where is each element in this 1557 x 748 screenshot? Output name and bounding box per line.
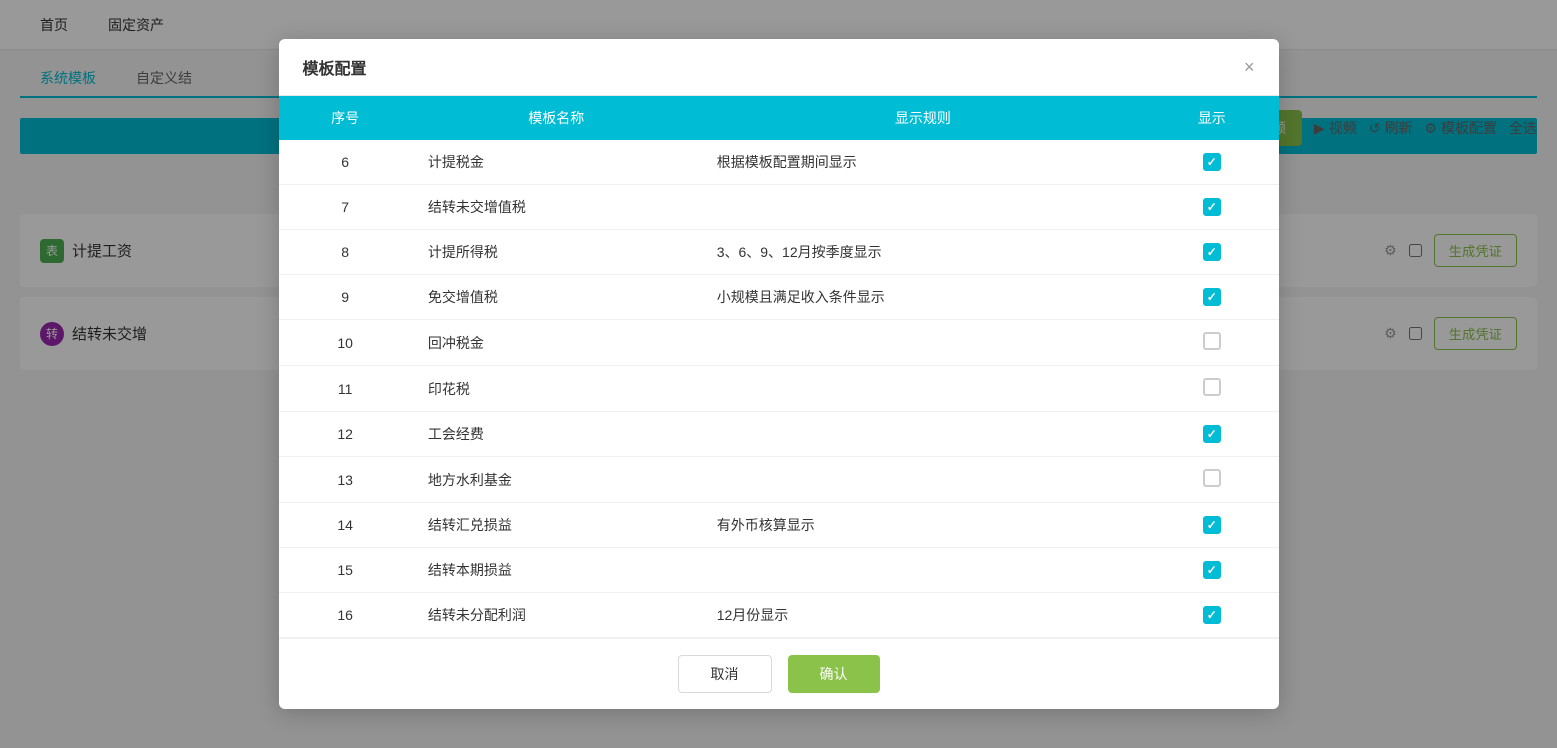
table-body: 6计提税金根据模板配置期间显示7结转未交增值税8计提所得税3、6、9、12月按季… [279, 140, 1279, 638]
table-row: 7结转未交增值税 [279, 185, 1279, 230]
cell-name: 结转未交增值税 [412, 185, 701, 230]
cell-check [1145, 275, 1278, 320]
cell-name: 免交增值税 [412, 275, 701, 320]
dialog-title: 模板配置 [303, 55, 367, 79]
cell-check [1145, 457, 1278, 503]
cell-name: 回冲税金 [412, 320, 701, 366]
cell-name: 工会经费 [412, 412, 701, 457]
checkbox-16[interactable] [1203, 606, 1221, 624]
cell-name: 结转汇兑损益 [412, 503, 701, 548]
cell-name: 计提所得税 [412, 230, 701, 275]
cell-check [1145, 366, 1278, 412]
cell-rule [701, 185, 1145, 230]
cell-name: 结转未分配利润 [412, 593, 701, 638]
table-row: 6计提税金根据模板配置期间显示 [279, 140, 1279, 185]
dialog-header: 模板配置 × [279, 39, 1279, 96]
th-seq: 序号 [279, 96, 412, 140]
table-row: 16结转未分配利润12月份显示 [279, 593, 1279, 638]
cell-rule [701, 457, 1145, 503]
cell-seq: 9 [279, 275, 412, 320]
cell-seq: 15 [279, 548, 412, 593]
template-config-dialog: 模板配置 × 序号 模板名称 显示规则 显示 6计提税金根据模板配置期间显示7结… [279, 39, 1279, 709]
checkbox-13[interactable] [1203, 469, 1221, 487]
cell-check [1145, 503, 1278, 548]
cell-seq: 14 [279, 503, 412, 548]
cell-seq: 11 [279, 366, 412, 412]
table-row: 10回冲税金 [279, 320, 1279, 366]
checkbox-8[interactable] [1203, 243, 1221, 261]
dialog-close-button[interactable]: × [1244, 57, 1255, 78]
cell-seq: 12 [279, 412, 412, 457]
dialog-footer: 取消 确认 [279, 638, 1279, 709]
th-rule: 显示规则 [701, 96, 1145, 140]
cell-check [1145, 548, 1278, 593]
cell-name: 结转本期损益 [412, 548, 701, 593]
checkbox-14[interactable] [1203, 516, 1221, 534]
checkbox-11[interactable] [1203, 378, 1221, 396]
cell-seq: 13 [279, 457, 412, 503]
checkbox-12[interactable] [1203, 425, 1221, 443]
cell-rule: 小规模且满足收入条件显示 [701, 275, 1145, 320]
cell-check [1145, 230, 1278, 275]
table-row: 9免交增值税小规模且满足收入条件显示 [279, 275, 1279, 320]
cancel-button[interactable]: 取消 [678, 655, 772, 693]
checkbox-6[interactable] [1203, 153, 1221, 171]
dialog-table: 序号 模板名称 显示规则 显示 6计提税金根据模板配置期间显示7结转未交增值税8… [279, 96, 1279, 638]
cell-name: 计提税金 [412, 140, 701, 185]
cell-rule [701, 366, 1145, 412]
cell-seq: 10 [279, 320, 412, 366]
table-row: 15结转本期损益 [279, 548, 1279, 593]
th-name: 模板名称 [412, 96, 701, 140]
cell-rule: 根据模板配置期间显示 [701, 140, 1145, 185]
cell-rule: 3、6、9、12月按季度显示 [701, 230, 1145, 275]
cell-check [1145, 140, 1278, 185]
table-row: 14结转汇兑损益有外币核算显示 [279, 503, 1279, 548]
cell-rule [701, 548, 1145, 593]
cell-seq: 16 [279, 593, 412, 638]
cell-name: 印花税 [412, 366, 701, 412]
cell-name: 地方水利基金 [412, 457, 701, 503]
checkbox-15[interactable] [1203, 561, 1221, 579]
table-header: 序号 模板名称 显示规则 显示 [279, 96, 1279, 140]
checkbox-7[interactable] [1203, 198, 1221, 216]
table-row: 13地方水利基金 [279, 457, 1279, 503]
cell-rule: 有外币核算显示 [701, 503, 1145, 548]
cell-check [1145, 412, 1278, 457]
cell-check [1145, 320, 1278, 366]
cell-seq: 7 [279, 185, 412, 230]
dialog-table-wrapper[interactable]: 序号 模板名称 显示规则 显示 6计提税金根据模板配置期间显示7结转未交增值税8… [279, 96, 1279, 638]
cell-rule: 12月份显示 [701, 593, 1145, 638]
cell-check [1145, 593, 1278, 638]
checkbox-10[interactable] [1203, 332, 1221, 350]
table-row: 11印花税 [279, 366, 1279, 412]
cell-rule [701, 320, 1145, 366]
table-row: 12工会经费 [279, 412, 1279, 457]
checkbox-9[interactable] [1203, 288, 1221, 306]
cell-seq: 6 [279, 140, 412, 185]
th-show: 显示 [1145, 96, 1278, 140]
cell-seq: 8 [279, 230, 412, 275]
confirm-button[interactable]: 确认 [788, 655, 880, 693]
table-row: 8计提所得税3、6、9、12月按季度显示 [279, 230, 1279, 275]
modal-overlay: 模板配置 × 序号 模板名称 显示规则 显示 6计提税金根据模板配置期间显示7结… [0, 0, 1557, 748]
cell-rule [701, 412, 1145, 457]
cell-check [1145, 185, 1278, 230]
